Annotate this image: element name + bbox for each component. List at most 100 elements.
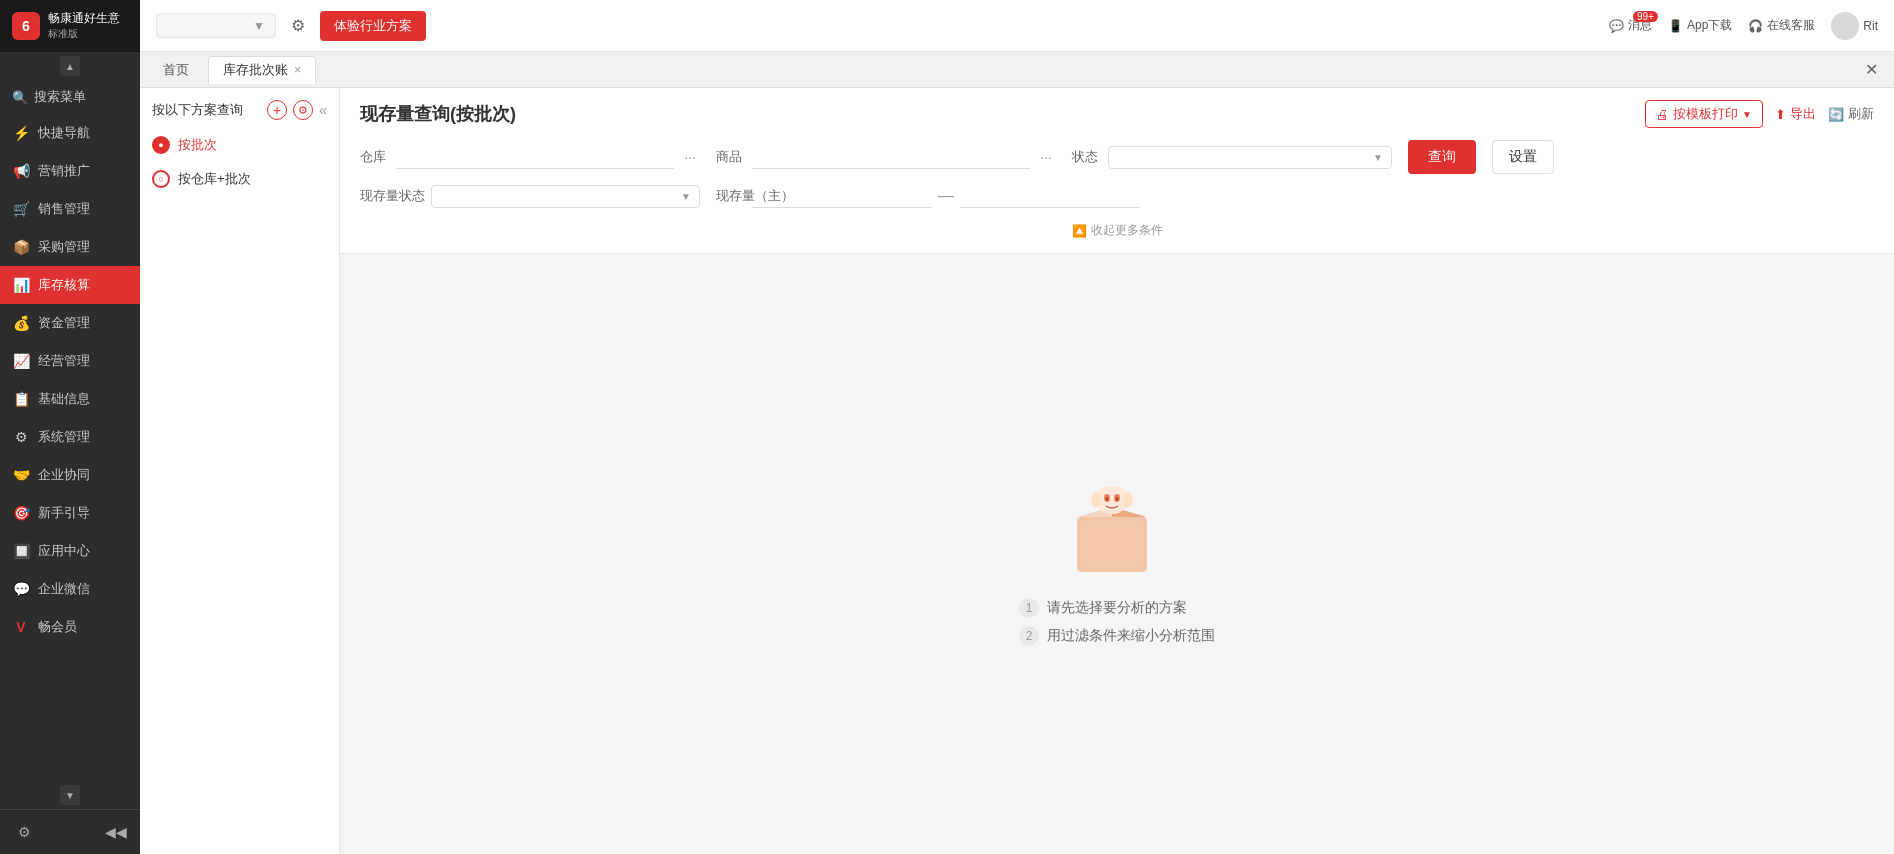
sidebar-item-label: 销售管理 <box>38 200 128 218</box>
stock-status-label: 现存量状态 <box>360 187 425 205</box>
stock-status-field: 现存量状态 ▼ <box>360 185 700 208</box>
sidebar-item-label: 基础信息 <box>38 390 128 408</box>
status-dropdown-arrow: ▼ <box>1373 152 1383 163</box>
sidebar-item-marketing[interactable]: 📢 营销推广 <box>0 152 140 190</box>
purchase-icon: 📦 <box>12 238 30 256</box>
page-title-actions: 🖨 按模板打印 ▼ ⬆ 导出 🔄 刷新 <box>1645 100 1874 128</box>
refresh-btn[interactable]: 🔄 刷新 <box>1828 105 1874 123</box>
query-btn[interactable]: 查询 <box>1408 140 1476 174</box>
tab-panel-close-btn[interactable]: ✕ <box>1857 60 1886 79</box>
main-content: 现存量查询(按批次) 🖨 按模板打印 ▼ ⬆ 导出 🔄 <box>340 88 1894 854</box>
export-icon: ⬆ <box>1775 107 1786 122</box>
stock-status-dropdown[interactable]: ▼ <box>431 185 700 208</box>
warehouse-label: 仓库 <box>360 148 390 166</box>
scheme-label-batch: 按批次 <box>178 136 217 154</box>
settings-icon[interactable]: ⚙ <box>12 820 36 844</box>
filter-collapse-icon[interactable]: « <box>319 102 327 118</box>
filter-settings-btn[interactable]: ⚙ <box>293 100 313 120</box>
tab-close-icon[interactable]: × <box>294 64 301 76</box>
sidebar-item-operations[interactable]: 📈 经营管理 <box>0 342 140 380</box>
product-input[interactable] <box>752 145 1030 169</box>
topbar-search-input[interactable] <box>167 18 247 33</box>
svg-point-10 <box>1123 492 1133 508</box>
sidebar-item-purchase[interactable]: 📦 采购管理 <box>0 228 140 266</box>
app-version: 标准版 <box>48 27 120 41</box>
tab-inventory-batch[interactable]: 库存批次账 × <box>208 56 316 84</box>
sidebar-search[interactable]: 🔍 搜索菜单 <box>0 80 140 114</box>
print-label: 按模板打印 <box>1673 105 1738 123</box>
filter-panel: 按以下方案查询 + ⚙ « ● 按批次 ○ 按仓库+批次 <box>140 88 340 854</box>
svg-point-8 <box>1116 497 1119 501</box>
sidebar-scroll-down[interactable]: ▼ <box>0 781 140 809</box>
app-download-btn[interactable]: 📱 App下载 <box>1668 17 1732 34</box>
svg-rect-3 <box>1082 522 1142 567</box>
sidebar-item-member[interactable]: V 畅会员 <box>0 608 140 646</box>
filter-add-btn[interactable]: + <box>267 100 287 120</box>
sidebar-item-sales[interactable]: 🛒 销售管理 <box>0 190 140 228</box>
empty-hint-2: 2 用过滤条件来缩小分析范围 <box>1019 626 1215 646</box>
sidebar-scroll-up[interactable]: ▲ <box>0 52 140 80</box>
stock-qty-max[interactable] <box>960 184 1140 208</box>
hint-text-2: 用过滤条件来缩小分析范围 <box>1047 627 1215 645</box>
refresh-icon: 🔄 <box>1828 107 1844 122</box>
filter-scheme-batch[interactable]: ● 按批次 <box>140 128 339 162</box>
sidebar-item-basic-info[interactable]: 📋 基础信息 <box>0 380 140 418</box>
export-btn[interactable]: ⬆ 导出 <box>1775 105 1816 123</box>
svg-point-7 <box>1106 497 1109 501</box>
collapse-label: 收起更多条件 <box>1091 222 1163 239</box>
sidebar-item-guide[interactable]: 🎯 新手引导 <box>0 494 140 532</box>
marketing-icon: 📢 <box>12 162 30 180</box>
sidebar-item-system[interactable]: ⚙ 系统管理 <box>0 418 140 456</box>
system-icon: ⚙ <box>12 428 30 446</box>
collapse-more-btn[interactable]: 🔼 收起更多条件 <box>360 218 1874 243</box>
member-icon: V <box>12 618 30 636</box>
topbar-gear-icon[interactable]: ⚙ <box>284 12 312 40</box>
product-dots[interactable]: ··· <box>1036 149 1056 165</box>
sidebar-item-apps[interactable]: 🔲 应用中心 <box>0 532 140 570</box>
export-label: 导出 <box>1790 105 1816 123</box>
status-label: 状态 <box>1072 148 1102 166</box>
status-dropdown[interactable]: ▼ <box>1108 146 1392 169</box>
basic-info-icon: 📋 <box>12 390 30 408</box>
scheme-icon-batch: ● <box>152 136 170 154</box>
empty-hints: 1 请先选择要分析的方案 2 用过滤条件来缩小分析范围 <box>1019 598 1215 646</box>
collapse-up-icon: 🔼 <box>1072 224 1087 238</box>
sidebar: 6 畅康通好生意 标准版 ▲ 🔍 搜索菜单 ⚡ 快捷导航 📢 营销推广 🛒 销售… <box>0 0 140 854</box>
stock-qty-min[interactable] <box>752 184 932 208</box>
warehouse-input[interactable] <box>396 145 674 169</box>
sidebar-item-finance[interactable]: 💰 资金管理 <box>0 304 140 342</box>
customer-service-btn[interactable]: 🎧 在线客服 <box>1748 17 1815 34</box>
sidebar-item-wechat[interactable]: 💬 企业微信 <box>0 570 140 608</box>
template-print-btn[interactable]: 🖨 按模板打印 ▼ <box>1645 100 1763 128</box>
scroll-up-btn[interactable]: ▲ <box>60 56 80 76</box>
collapse-sidebar-icon[interactable]: ◀◀ <box>104 820 128 844</box>
trial-btn[interactable]: 体验行业方案 <box>320 11 426 41</box>
search-label: 搜索菜单 <box>34 88 86 106</box>
settings-btn[interactable]: 设置 <box>1492 140 1554 174</box>
topbar-search-area[interactable]: ▼ <box>156 13 276 38</box>
shortcuts-icon: ⚡ <box>12 124 30 142</box>
hint-num-2: 2 <box>1019 626 1039 646</box>
sidebar-item-label: 系统管理 <box>38 428 128 446</box>
sidebar-item-inventory[interactable]: 📊 库存核算 <box>0 266 140 304</box>
user-menu[interactable]: Rit <box>1831 12 1878 40</box>
warehouse-dots[interactable]: ··· <box>680 149 700 165</box>
message-icon: 💬 <box>1609 19 1624 33</box>
sidebar-item-label: 采购管理 <box>38 238 128 256</box>
app-name-block: 畅康通好生意 标准版 <box>48 11 120 41</box>
tab-home[interactable]: 首页 <box>148 56 204 84</box>
sidebar-item-enterprise[interactable]: 🤝 企业协同 <box>0 456 140 494</box>
app-name: 畅康通好生意 <box>48 11 120 27</box>
filter-scheme-warehouse-batch[interactable]: ○ 按仓库+批次 <box>140 162 339 196</box>
sidebar-item-label: 库存核算 <box>38 276 128 294</box>
sidebar-item-shortcuts[interactable]: ⚡ 快捷导航 <box>0 114 140 152</box>
product-label: 商品 <box>716 148 746 166</box>
topbar-right: 💬 消息 99+ 📱 App下载 🎧 在线客服 Rit <box>1609 12 1878 40</box>
scroll-down-btn[interactable]: ▼ <box>60 785 80 805</box>
message-btn[interactable]: 💬 消息 99+ <box>1609 17 1652 34</box>
print-dropdown-icon: ▼ <box>1742 109 1752 120</box>
finance-icon: 💰 <box>12 314 30 332</box>
filter-conditions: 仓库 ··· 商品 ··· 状态 <box>360 140 1874 253</box>
app-logo: 6 <box>12 12 40 40</box>
stock-qty-label: 现存量（主） <box>716 187 746 205</box>
